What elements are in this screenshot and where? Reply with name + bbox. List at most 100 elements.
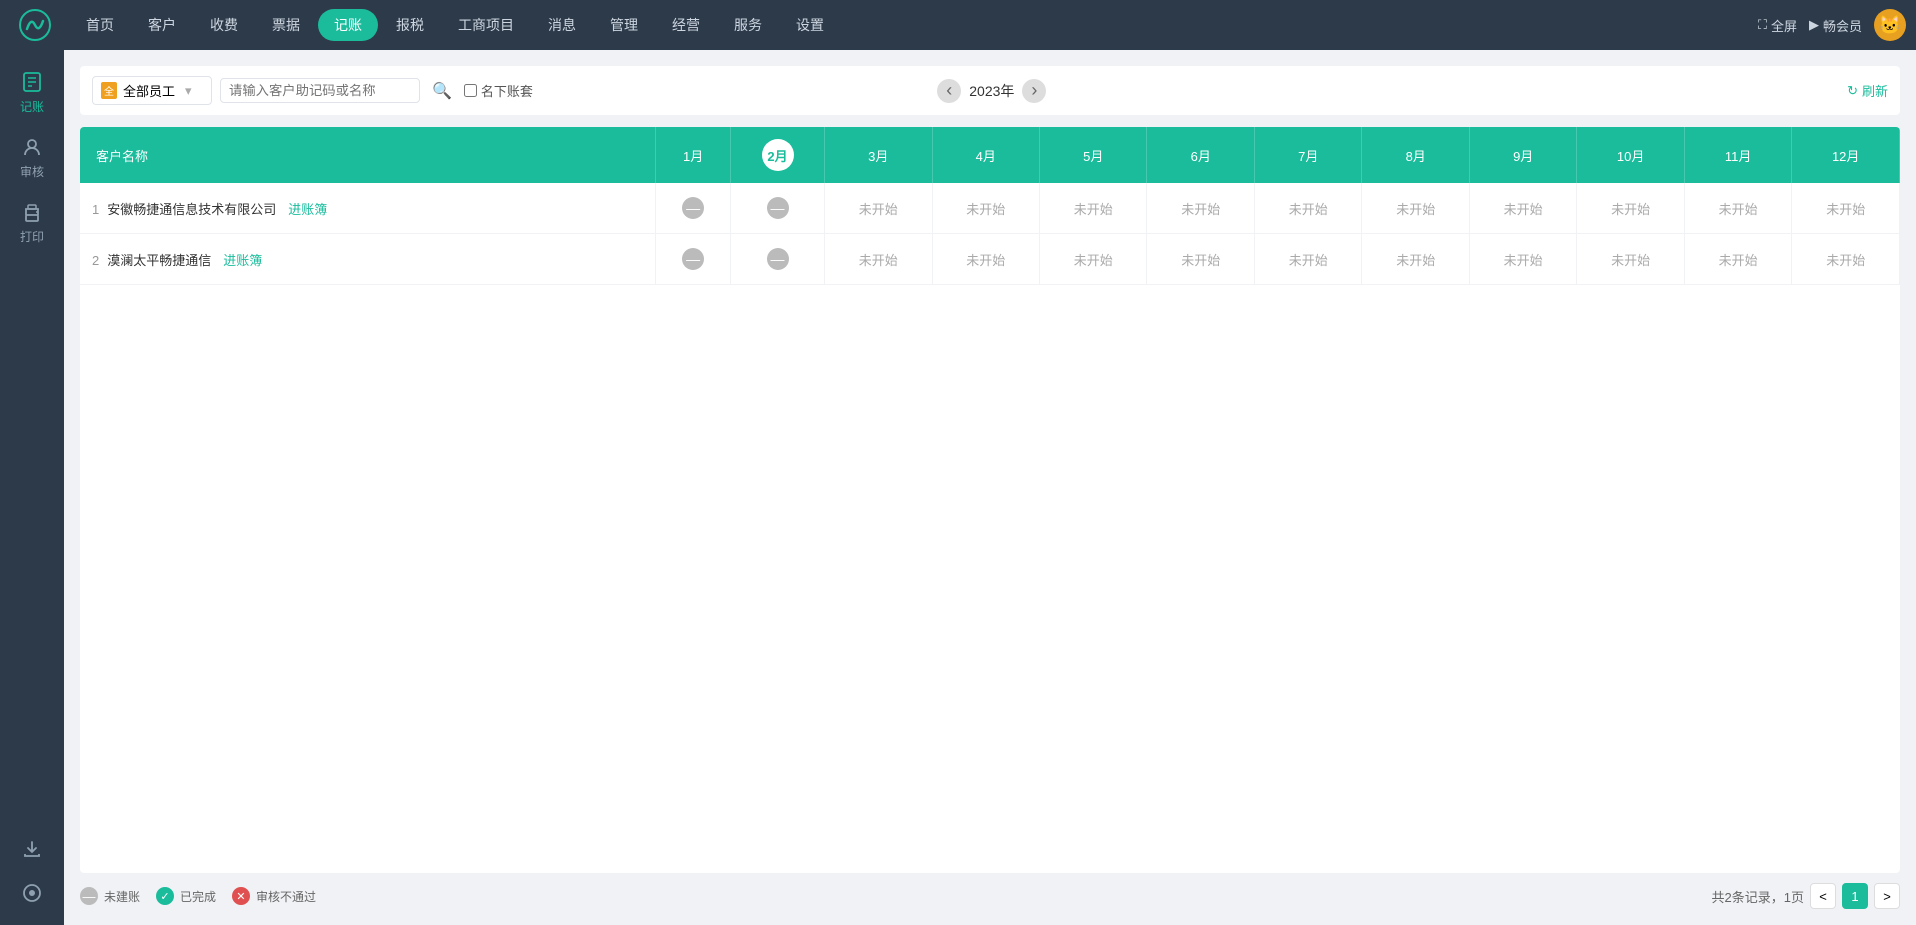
fullscreen-button[interactable]: ⛶ 全屏 [1758,16,1797,35]
sidebar-bottom [20,827,44,925]
table-wrapper: 客户名称 1月 2月 3月 4月 5月 6月 7月 8月 9月 10月 11月 [80,127,1900,873]
nav-manage[interactable]: 管理 [594,9,654,41]
audit-icon [20,135,44,159]
main-layout: 记账 审核 打印 [0,50,1916,925]
nav-home[interactable]: 首页 [70,9,130,41]
month-cell[interactable]: 未开始 [1147,183,1254,234]
status-not-started: 未开始 [1181,202,1220,217]
sidebar-item-download[interactable] [20,827,44,871]
chevron-down-icon: ▾ [185,83,192,99]
month-cell[interactable]: — [656,183,731,234]
year-prev-button[interactable]: ‹ [937,79,961,103]
status-not-started: 未开始 [966,202,1005,217]
nav-operation[interactable]: 经营 [656,9,716,41]
th-may: 5月 [1040,127,1147,183]
month-cell[interactable]: 未开始 [1147,234,1254,285]
th-apr: 4月 [932,127,1039,183]
status-not-started: 未开始 [1719,253,1758,268]
accounts-table: 客户名称 1月 2月 3月 4月 5月 6月 7月 8月 9月 10月 11月 [80,127,1900,285]
status-not-started: 未开始 [859,253,898,268]
status-done-icon: — [682,248,704,270]
month-cell[interactable]: 未开始 [1577,234,1684,285]
checkbox-text: 名下账套 [481,81,533,100]
nav-invoice[interactable]: 票据 [256,9,316,41]
legend-not-built-label: 未建账 [104,888,140,905]
nav-items: 首页 客户 收费 票据 记账 报税 工商项目 消息 管理 经营 服务 设置 [70,9,1758,41]
month-cell[interactable]: 未开始 [1684,234,1791,285]
checkbox-label[interactable]: 名下账套 [464,81,533,100]
page-1-button[interactable]: 1 [1842,883,1868,909]
year-next-button[interactable]: › [1022,79,1046,103]
nav-business[interactable]: 工商项目 [442,9,530,41]
avatar[interactable]: 🐱 [1874,9,1906,41]
nav-settings[interactable]: 设置 [780,9,840,41]
refresh-button[interactable]: ↻ 刷新 [1847,81,1888,100]
month-cell[interactable]: 未开始 [1254,234,1361,285]
member-button[interactable]: ▶ 畅会员 [1809,16,1862,35]
nav-right: ⛶ 全屏 ▶ 畅会员 🐱 [1758,9,1906,41]
th-jan: 1月 [656,127,731,183]
sidebar-item-print[interactable]: 打印 [0,190,64,255]
enter-ledger-link[interactable]: 进账簿 [288,202,327,217]
month-cell[interactable]: 未开始 [1362,183,1469,234]
accounting-icon [20,70,44,94]
th-sep: 9月 [1469,127,1576,183]
print-icon [20,200,44,224]
month-cell[interactable]: 未开始 [1040,183,1147,234]
month-cell[interactable]: — [731,183,825,234]
nav-fee[interactable]: 收费 [194,9,254,41]
table-body: 1安徽畅捷通信息技术有限公司进账簿——未开始未开始未开始未开始未开始未开始未开始… [80,183,1900,285]
employee-select-label: 全部员工 [123,81,175,100]
th-dec: 12月 [1792,127,1900,183]
month-cell[interactable]: — [731,234,825,285]
search-input[interactable] [220,78,420,103]
month-cell[interactable]: 未开始 [1254,183,1361,234]
month-cell[interactable]: 未开始 [1577,183,1684,234]
status-not-started: 未开始 [1289,253,1328,268]
month-cell[interactable]: 未开始 [932,234,1039,285]
month-cell[interactable]: 未开始 [1684,183,1791,234]
month-cell[interactable]: 未开始 [1362,234,1469,285]
sidebar-accounting-label: 记账 [20,98,44,115]
sidebar-item-accounting[interactable]: 记账 [0,60,64,125]
logo-icon [19,9,51,41]
month-cell[interactable]: 未开始 [932,183,1039,234]
employee-select[interactable]: 全 全部员工 ▾ [92,76,212,105]
month-cell[interactable]: 未开始 [1792,183,1900,234]
status-done-icon: — [682,197,704,219]
pagination: 共2条记录，1页 < 1 > [1712,883,1900,909]
sidebar-item-chat[interactable] [20,871,44,915]
legend-not-built: — 未建账 [80,887,140,905]
pagination-info: 共2条记录，1页 [1712,887,1804,906]
month-cell[interactable]: 未开始 [1469,234,1576,285]
employee-tag-icon: 全 [101,82,117,99]
sidebar-print-label: 打印 [20,228,44,245]
my-accounts-checkbox[interactable] [464,84,477,97]
status-not-started: 未开始 [1826,253,1865,268]
company-name: 漠澜太平畅捷通信 [107,253,211,268]
row-num: 2 [92,253,99,268]
status-done-icon: — [767,197,789,219]
status-not-started: 未开始 [1504,253,1543,268]
next-page-button[interactable]: > [1874,883,1900,909]
nav-service[interactable]: 服务 [718,9,778,41]
th-feb-badge: 2月 [762,139,794,171]
month-cell[interactable]: — [656,234,731,285]
month-cell[interactable]: 未开始 [825,234,932,285]
nav-tax[interactable]: 报税 [380,9,440,41]
sidebar-item-audit[interactable]: 审核 [0,125,64,190]
month-cell[interactable]: 未开始 [1792,234,1900,285]
enter-ledger-link[interactable]: 进账簿 [223,253,262,268]
nav-message[interactable]: 消息 [532,9,592,41]
content-area: 全 全部员工 ▾ 🔍 名下账套 ‹ 2023年 › ↻ 刷新 [64,50,1916,925]
status-not-started: 未开始 [1396,253,1435,268]
search-button[interactable]: 🔍 [428,77,456,105]
th-feb: 2月 [731,127,825,183]
th-oct: 10月 [1577,127,1684,183]
prev-page-button[interactable]: < [1810,883,1836,909]
month-cell[interactable]: 未开始 [1040,234,1147,285]
nav-accounting[interactable]: 记账 [318,9,378,41]
month-cell[interactable]: 未开始 [825,183,932,234]
month-cell[interactable]: 未开始 [1469,183,1576,234]
nav-customer[interactable]: 客户 [132,9,192,41]
